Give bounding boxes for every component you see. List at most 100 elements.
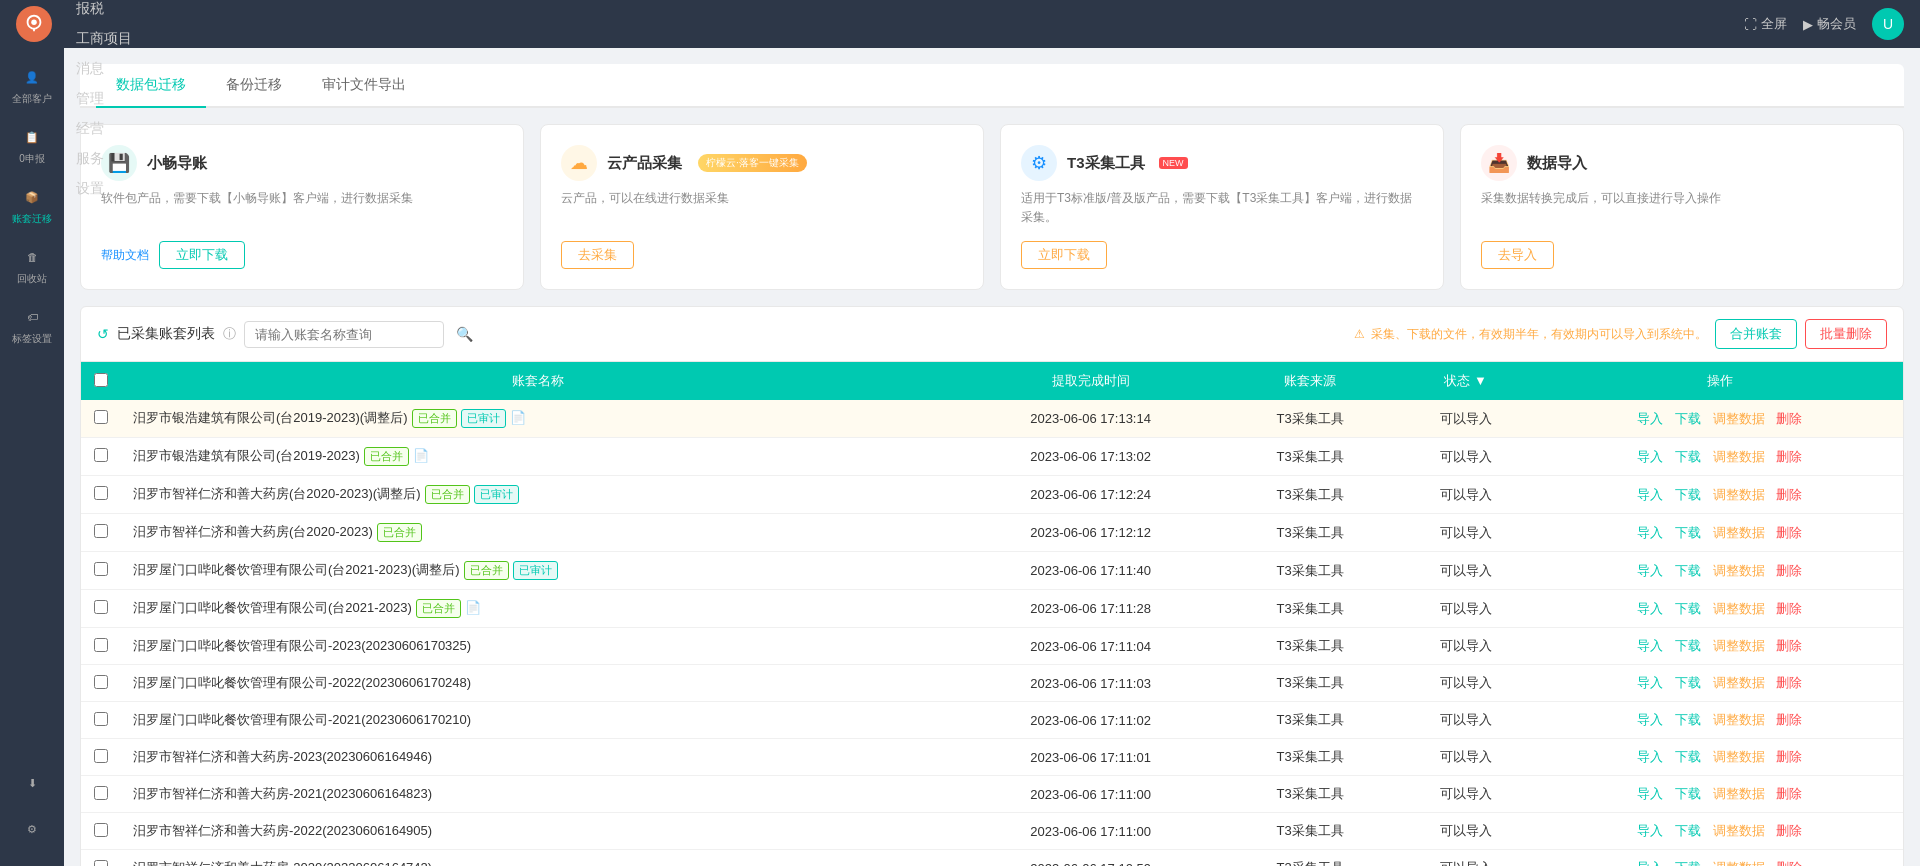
row-checkbox-11[interactable] [94, 823, 108, 837]
row-import-btn-2[interactable]: 导入 [1633, 486, 1667, 504]
row-download-btn-0[interactable]: 下载 [1671, 410, 1705, 428]
sidebar-item-download[interactable]: ⬇ [17, 762, 47, 804]
row-download-btn-8[interactable]: 下载 [1671, 711, 1705, 729]
row-checkbox-6[interactable] [94, 638, 108, 652]
row-download-btn-12[interactable]: 下载 [1671, 859, 1705, 866]
row-time-11: 2023-06-06 17:11:00 [956, 813, 1225, 850]
row-import-btn-8[interactable]: 导入 [1633, 711, 1667, 729]
row-checkbox-0[interactable] [94, 410, 108, 424]
row-adjust-btn-2[interactable]: 调整数据 [1709, 486, 1769, 504]
member-btn[interactable]: ▶ 畅会员 [1803, 15, 1856, 33]
row-download-btn-5[interactable]: 下载 [1671, 600, 1705, 618]
row-import-btn-9[interactable]: 导入 [1633, 748, 1667, 766]
search-button[interactable]: 🔍 [452, 326, 477, 342]
row-download-btn-11[interactable]: 下载 [1671, 822, 1705, 840]
row-adjust-btn-6[interactable]: 调整数据 [1709, 637, 1769, 655]
row-import-btn-7[interactable]: 导入 [1633, 674, 1667, 692]
row-checkbox-10[interactable] [94, 786, 108, 800]
row-download-btn-6[interactable]: 下载 [1671, 637, 1705, 655]
refresh-icon[interactable]: ↺ [97, 326, 109, 342]
row-adjust-btn-9[interactable]: 调整数据 [1709, 748, 1769, 766]
row-adjust-btn-1[interactable]: 调整数据 [1709, 448, 1769, 466]
row-adjust-btn-5[interactable]: 调整数据 [1709, 600, 1769, 618]
row-delete-btn-10[interactable]: 删除 [1772, 785, 1806, 803]
nav-item-报税[interactable]: 报税 [64, 0, 144, 24]
sidebar-item-4[interactable]: 🏷 标签设置 [8, 296, 56, 356]
row-delete-btn-4[interactable]: 删除 [1772, 562, 1806, 580]
row-adjust-btn-3[interactable]: 调整数据 [1709, 524, 1769, 542]
row-delete-btn-2[interactable]: 删除 [1772, 486, 1806, 504]
row-adjust-btn-8[interactable]: 调整数据 [1709, 711, 1769, 729]
row-download-btn-7[interactable]: 下载 [1671, 674, 1705, 692]
card-btn-t3[interactable]: 立即下载 [1021, 241, 1107, 269]
nav-item-工商项目[interactable]: 工商项目 [64, 24, 144, 54]
merge-button[interactable]: 合并账套 [1715, 319, 1797, 349]
row-checkbox-3[interactable] [94, 524, 108, 538]
row-download-btn-2[interactable]: 下载 [1671, 486, 1705, 504]
row-import-btn-12[interactable]: 导入 [1633, 859, 1667, 866]
nav-item-管理[interactable]: 管理 [64, 84, 144, 114]
row-download-btn-9[interactable]: 下载 [1671, 748, 1705, 766]
row-checkbox-1[interactable] [94, 448, 108, 462]
row-delete-btn-9[interactable]: 删除 [1772, 748, 1806, 766]
row-download-btn-4[interactable]: 下载 [1671, 562, 1705, 580]
row-adjust-btn-12[interactable]: 调整数据 [1709, 859, 1769, 866]
row-import-btn-10[interactable]: 导入 [1633, 785, 1667, 803]
row-download-btn-10[interactable]: 下载 [1671, 785, 1705, 803]
nav-item-消息[interactable]: 消息 [64, 54, 144, 84]
search-input[interactable] [244, 321, 444, 348]
row-status-10: 可以导入 [1395, 776, 1536, 813]
row-checkbox-2[interactable] [94, 486, 108, 500]
sidebar-item-1[interactable]: 📋 0申报 [8, 116, 56, 176]
row-import-btn-11[interactable]: 导入 [1633, 822, 1667, 840]
fullscreen-btn[interactable]: ⛶ 全屏 [1744, 15, 1787, 33]
app-logo[interactable] [16, 6, 52, 42]
tab-1[interactable]: 备份迁移 [206, 64, 302, 108]
row-adjust-btn-10[interactable]: 调整数据 [1709, 785, 1769, 803]
row-import-btn-4[interactable]: 导入 [1633, 562, 1667, 580]
row-delete-btn-3[interactable]: 删除 [1772, 524, 1806, 542]
row-delete-btn-12[interactable]: 删除 [1772, 859, 1806, 866]
row-checkbox-5[interactable] [94, 600, 108, 614]
row-checkbox-7[interactable] [94, 675, 108, 689]
row-checkbox-8[interactable] [94, 712, 108, 726]
row-import-btn-5[interactable]: 导入 [1633, 600, 1667, 618]
row-delete-btn-5[interactable]: 删除 [1772, 600, 1806, 618]
row-checkbox-4[interactable] [94, 562, 108, 576]
user-avatar[interactable]: U [1872, 8, 1904, 40]
card-link-xiaochang[interactable]: 帮助文档 [101, 247, 149, 264]
row-checkbox-9[interactable] [94, 749, 108, 763]
row-import-btn-1[interactable]: 导入 [1633, 448, 1667, 466]
row-checkbox-12[interactable] [94, 860, 108, 867]
row-delete-btn-0[interactable]: 删除 [1772, 410, 1806, 428]
sidebar-item-settings[interactable]: ⚙ [17, 808, 47, 850]
card-btn-import[interactable]: 去导入 [1481, 241, 1554, 269]
row-delete-btn-11[interactable]: 删除 [1772, 822, 1806, 840]
help-icon[interactable]: ⓘ [223, 325, 236, 343]
row-import-btn-6[interactable]: 导入 [1633, 637, 1667, 655]
row-download-btn-3[interactable]: 下载 [1671, 524, 1705, 542]
row-adjust-btn-0[interactable]: 调整数据 [1709, 410, 1769, 428]
nav-item-服务[interactable]: 服务 [64, 144, 144, 174]
row-adjust-btn-4[interactable]: 调整数据 [1709, 562, 1769, 580]
sidebar-item-3[interactable]: 🗑 回收站 [8, 236, 56, 296]
sidebar-item-2[interactable]: 📦 账套迁移 [8, 176, 56, 236]
row-import-btn-3[interactable]: 导入 [1633, 524, 1667, 542]
row-delete-btn-6[interactable]: 删除 [1772, 637, 1806, 655]
row-import-btn-0[interactable]: 导入 [1633, 410, 1667, 428]
card-btn-xiaochang[interactable]: 立即下载 [159, 241, 245, 269]
settings-icon: ⚙ [21, 818, 43, 840]
batch-delete-button[interactable]: 批量删除 [1805, 319, 1887, 349]
row-delete-btn-7[interactable]: 删除 [1772, 674, 1806, 692]
row-adjust-btn-11[interactable]: 调整数据 [1709, 822, 1769, 840]
row-delete-btn-1[interactable]: 删除 [1772, 448, 1806, 466]
sidebar-item-0[interactable]: 👤 全部客户 [8, 56, 56, 116]
row-delete-btn-8[interactable]: 删除 [1772, 711, 1806, 729]
select-all-checkbox[interactable] [94, 373, 108, 387]
tab-2[interactable]: 审计文件导出 [302, 64, 426, 108]
row-download-btn-1[interactable]: 下载 [1671, 448, 1705, 466]
row-adjust-btn-7[interactable]: 调整数据 [1709, 674, 1769, 692]
card-btn-cloud[interactable]: 去采集 [561, 241, 634, 269]
nav-item-经营[interactable]: 经营 [64, 114, 144, 144]
nav-item-设置[interactable]: 设置 [64, 174, 144, 204]
